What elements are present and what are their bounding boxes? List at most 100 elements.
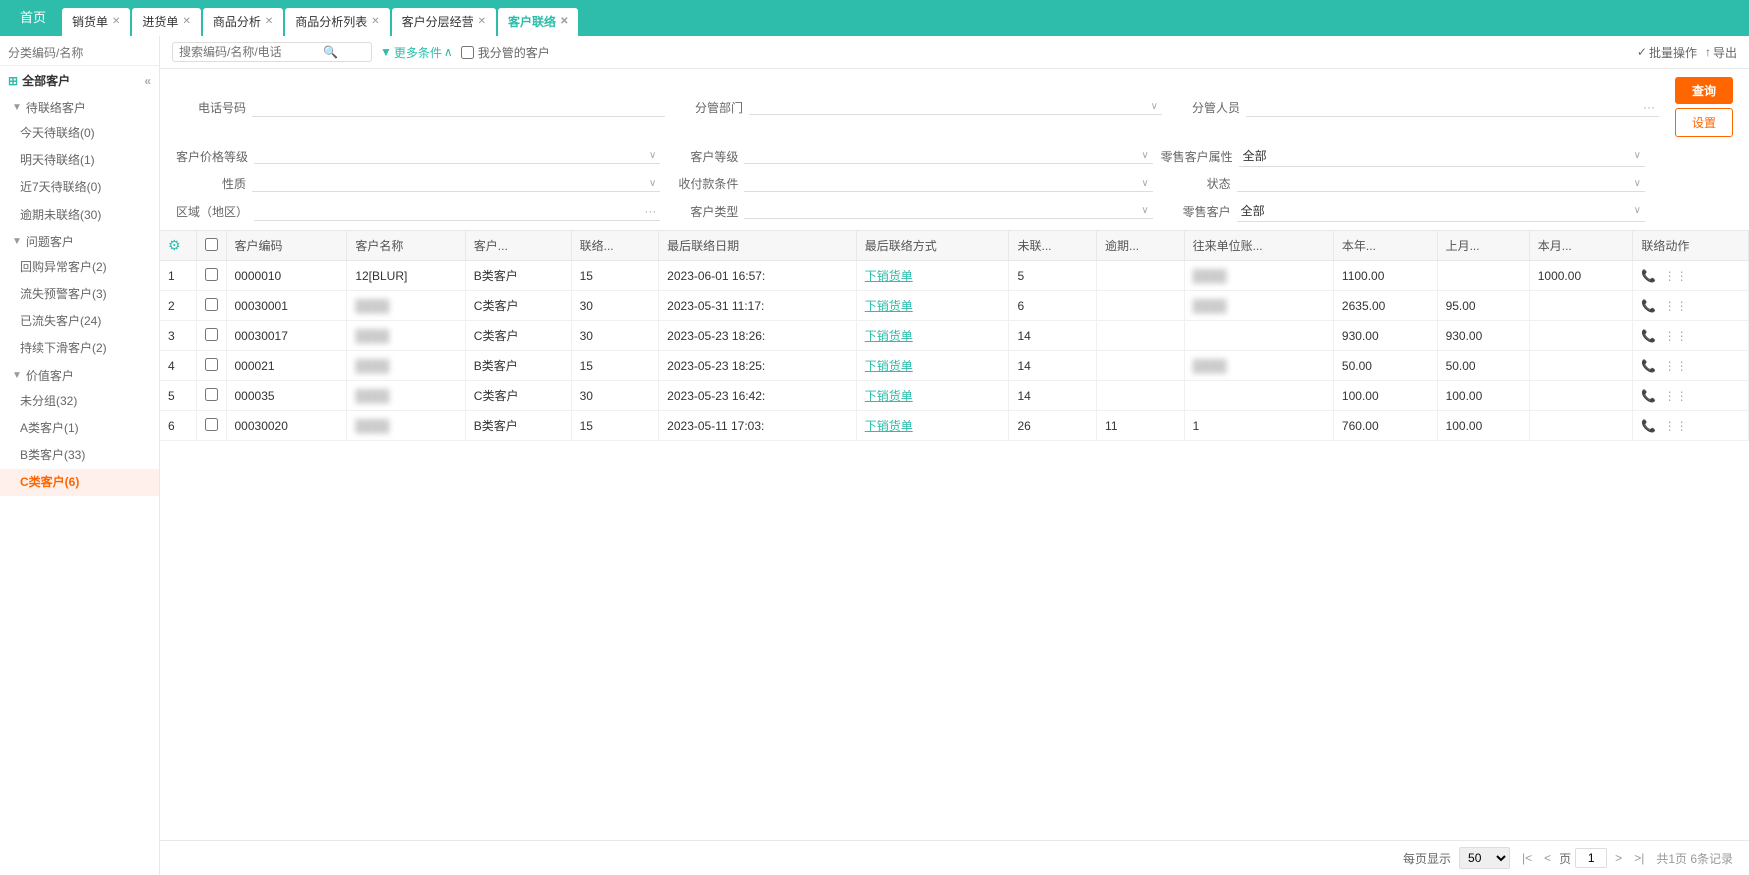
filter-search-input[interactable] xyxy=(179,45,319,59)
sidebar-item-流失预警客户(3)[interactable]: 流失预警客户(3) xyxy=(0,281,159,308)
more-actions-icon[interactable]: ⋮⋮ xyxy=(1664,419,1688,433)
all-customers-header[interactable]: ⊞ 全部客户 « xyxy=(0,66,159,95)
nav-tab-销货单[interactable]: 销货单✕ xyxy=(62,8,130,36)
nav-tab-商品分析[interactable]: 商品分析✕ xyxy=(203,8,283,36)
more-conditions-btn[interactable]: ▼ 更多条件 ∧ xyxy=(380,44,453,61)
more-actions-icon[interactable]: ⋮⋮ xyxy=(1664,299,1688,313)
more-actions-icon[interactable]: ⋮⋮ xyxy=(1664,389,1688,403)
sidebar-group-待联络客户[interactable]: ▼待联络客户 xyxy=(0,95,159,120)
contact-icon[interactable]: 📞 xyxy=(1641,269,1656,283)
close-tab-icon[interactable]: ✕ xyxy=(478,8,486,36)
retail-attr-select[interactable]: 全部∨ xyxy=(1239,145,1645,167)
region-select[interactable]: ··· xyxy=(254,202,660,221)
th-name[interactable]: 客户名称 xyxy=(347,231,465,261)
pg-input[interactable] xyxy=(1575,848,1607,868)
price-level-select[interactable]: ∨ xyxy=(254,148,660,164)
contact-icon[interactable]: 📞 xyxy=(1641,299,1656,313)
sidebar-item-回购异常客户(2)[interactable]: 回购异常客户(2) xyxy=(0,254,159,281)
status-select[interactable]: ∨ xyxy=(1237,176,1645,192)
last-method-link[interactable]: 下销货单 xyxy=(865,269,913,283)
contact-icon[interactable]: 📞 xyxy=(1641,389,1656,403)
close-tab-icon[interactable]: ✕ xyxy=(182,8,190,36)
contact-icon[interactable]: 📞 xyxy=(1641,359,1656,373)
collapse-btn[interactable]: « xyxy=(144,74,151,88)
pg-next-btn[interactable]: > xyxy=(1611,849,1626,867)
close-tab-icon[interactable]: ✕ xyxy=(560,8,568,36)
sidebar-item-今天待联络(0)[interactable]: 今天待联络(0) xyxy=(0,120,159,147)
last-method-link[interactable]: 下销货单 xyxy=(865,389,913,403)
more-actions-icon[interactable]: ⋮⋮ xyxy=(1664,359,1688,373)
query-btn[interactable]: 查询 xyxy=(1675,77,1733,104)
th-code[interactable]: 客户编码 xyxy=(226,231,347,261)
region-ellipsis[interactable]: ··· xyxy=(644,204,656,218)
nav-tab-客户分层经营[interactable]: 客户分层经营✕ xyxy=(392,8,496,36)
th-this-month[interactable]: 本月... xyxy=(1529,231,1633,261)
more-actions-icon[interactable]: ⋮⋮ xyxy=(1664,269,1688,283)
last-method-link[interactable]: 下销货单 xyxy=(865,419,913,433)
sidebar-item-持续下滑客户(2)[interactable]: 持续下滑客户(2) xyxy=(0,335,159,362)
select-all-checkbox[interactable] xyxy=(205,238,218,251)
row-checkbox[interactable] xyxy=(205,328,218,341)
close-tab-icon[interactable]: ✕ xyxy=(371,8,379,36)
row-checkbox[interactable] xyxy=(205,268,218,281)
person-select[interactable]: ··· xyxy=(1246,98,1659,117)
cell-contact: 15 xyxy=(571,411,659,441)
sidebar-item-B类客户(33)[interactable]: B类客户(33) xyxy=(0,442,159,469)
person-ellipsis[interactable]: ··· xyxy=(1643,100,1655,114)
th-last-method[interactable]: 最后联络方式 xyxy=(856,231,1009,261)
sidebar-item-明天待联络(1)[interactable]: 明天待联络(1) xyxy=(0,147,159,174)
set-btn[interactable]: 设置 xyxy=(1675,108,1733,137)
dept-select[interactable]: ∨ xyxy=(749,99,1162,115)
th-last-date[interactable]: 最后联络日期 xyxy=(659,231,857,261)
more-actions-icon[interactable]: ⋮⋮ xyxy=(1664,329,1688,343)
th-type[interactable]: 客户... xyxy=(465,231,571,261)
th-contact[interactable]: 联络... xyxy=(571,231,659,261)
sidebar-item-A类客户(1)[interactable]: A类客户(1) xyxy=(0,415,159,442)
phone-input[interactable] xyxy=(252,98,665,117)
my-customers-filter[interactable]: 我分管的客户 xyxy=(461,44,550,61)
sidebar-item-近7天待联络(0)[interactable]: 近7天待联络(0) xyxy=(0,174,159,201)
row-checkbox[interactable] xyxy=(205,388,218,401)
nature-select[interactable]: ∨ xyxy=(252,176,660,192)
nav-tab-进货单[interactable]: 进货单✕ xyxy=(132,8,200,36)
sidebar-group-价值客户[interactable]: ▼价值客户 xyxy=(0,363,159,388)
row-checkbox[interactable] xyxy=(205,358,218,371)
nav-tab-客户联络[interactable]: 客户联络✕ xyxy=(498,8,578,36)
last-method-link[interactable]: 下销货单 xyxy=(865,359,913,373)
close-tab-icon[interactable]: ✕ xyxy=(265,8,273,36)
last-method-link[interactable]: 下销货单 xyxy=(865,299,913,313)
th-this-year[interactable]: 本年... xyxy=(1333,231,1437,261)
pg-first-btn[interactable]: |< xyxy=(1518,849,1536,867)
sidebar-item-C类客户(6)[interactable]: C类客户(6) xyxy=(0,469,159,496)
batch-op-btn[interactable]: ✓ 批量操作 xyxy=(1637,44,1697,61)
my-customers-checkbox[interactable] xyxy=(461,46,474,59)
row-checkbox[interactable] xyxy=(205,298,218,311)
sidebar-item-逾期未联络(30)[interactable]: 逾期未联络(30) xyxy=(0,202,159,229)
sidebar-item-已流失客户(24)[interactable]: 已流失客户(24) xyxy=(0,308,159,335)
th-not-contacted[interactable]: 未联... xyxy=(1009,231,1097,261)
last-method-link[interactable]: 下销货单 xyxy=(865,329,913,343)
col-settings-icon[interactable]: ⚙ xyxy=(168,237,181,253)
row-checkbox[interactable] xyxy=(205,418,218,431)
pg-prev-btn[interactable]: < xyxy=(1540,849,1555,867)
per-page-select[interactable]: 50 100 200 xyxy=(1459,847,1510,869)
cust-level-select[interactable]: ∨ xyxy=(744,148,1152,164)
th-unit-amount[interactable]: 往来单位账... xyxy=(1184,231,1333,261)
close-tab-icon[interactable]: ✕ xyxy=(112,8,120,36)
sidebar-item-未分组(32)[interactable]: 未分组(32) xyxy=(0,388,159,415)
contact-icon[interactable]: 📞 xyxy=(1641,329,1656,343)
nav-home[interactable]: 首页 xyxy=(8,0,58,36)
retail-cust-select[interactable]: 全部∨ xyxy=(1237,200,1645,222)
pg-last-btn[interactable]: >| xyxy=(1630,849,1648,867)
cell-overdue: 11 xyxy=(1097,411,1185,441)
sidebar-search-input[interactable] xyxy=(8,46,160,60)
payment-select[interactable]: ∨ xyxy=(744,176,1152,192)
th-overdue[interactable]: 逾期... xyxy=(1097,231,1185,261)
nav-tab-商品分析列表[interactable]: 商品分析列表✕ xyxy=(285,8,389,36)
export-btn[interactable]: ↑ 导出 xyxy=(1705,44,1737,61)
sidebar-group-问题客户[interactable]: ▼问题客户 xyxy=(0,229,159,254)
th-last-month[interactable]: 上月... xyxy=(1437,231,1529,261)
filter-search-icon[interactable]: 🔍 xyxy=(323,45,338,59)
cust-type-select[interactable]: ∨ xyxy=(744,203,1152,219)
contact-icon[interactable]: 📞 xyxy=(1641,419,1656,433)
